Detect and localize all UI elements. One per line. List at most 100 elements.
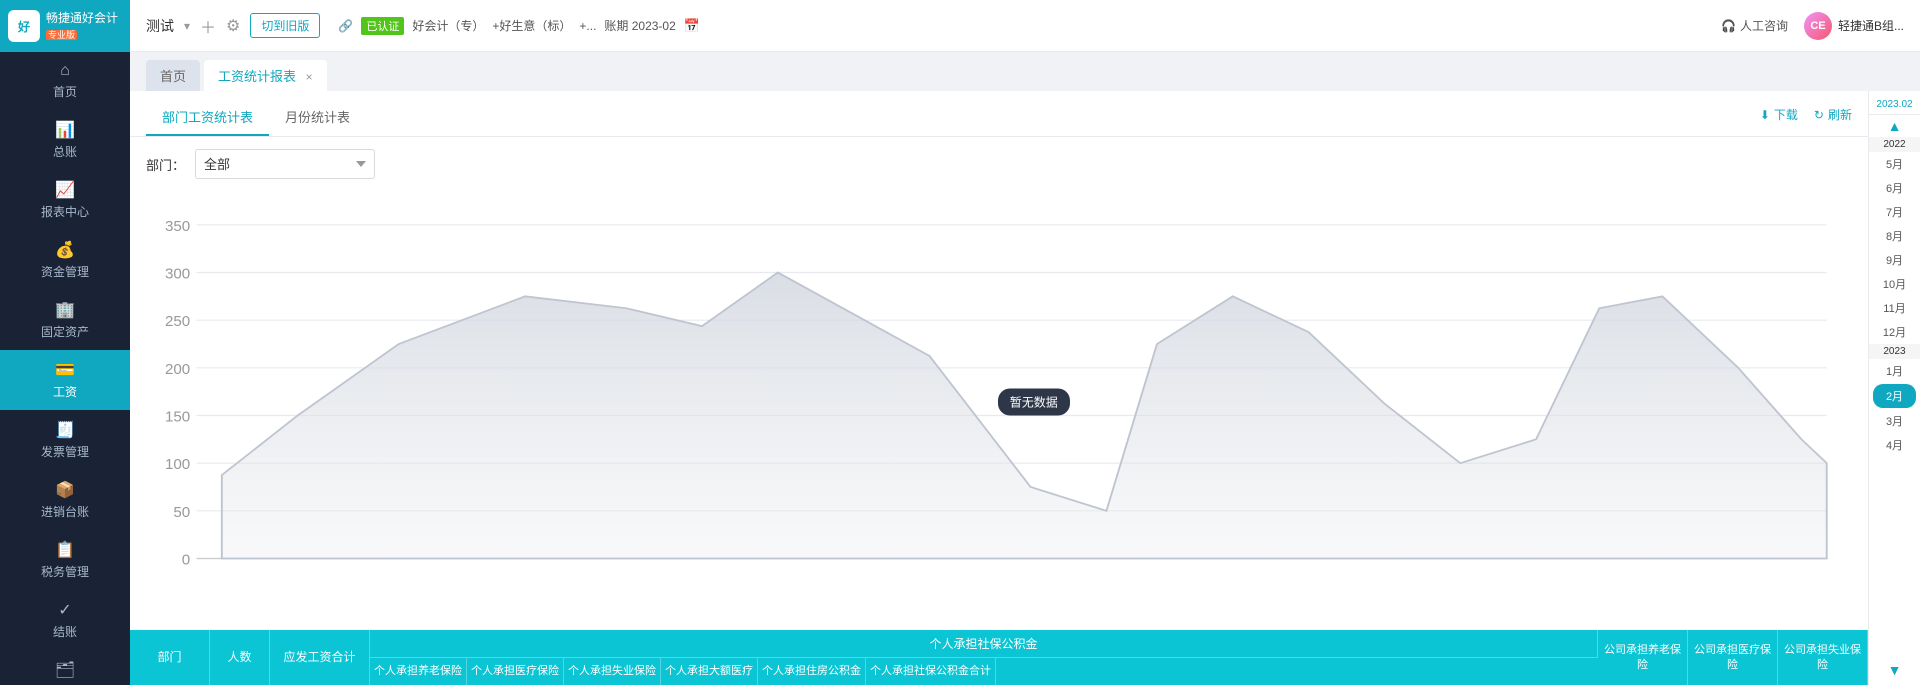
nav-icon-salary: 💳 [55,360,75,380]
salary-chart: 350 300 250 200 150 100 50 0 [146,201,1852,630]
sidebar-item-home[interactable]: ⌂ 首页 [0,52,130,110]
col-company-unemployment: 公司承担失业保险 [1778,630,1868,685]
group-children: 个人承担养老保险 个人承担医疗保险 个人承担失业保险 个人承担大额医疗 个人承担… [370,658,1598,685]
chart-area: 350 300 250 200 150 100 50 0 [130,191,1868,630]
date-month-2023-1月[interactable]: 1月 [1869,359,1920,383]
col-major-medical: 个人承担大额医疗 [661,658,758,685]
date-month-2023-3月[interactable]: 3月 [1869,409,1920,433]
col-dept: 部门 [130,630,210,685]
header-status: 🔗 已认证 好会计（专） +好生意（标） +... 账期 2023-02 📅 [338,17,700,35]
svg-text:250: 250 [165,314,190,330]
user-menu[interactable]: CE 轻捷通B组... [1804,12,1904,40]
table-header: 部门 人数 应发工资合计 个人承担社保公积金 [130,630,1868,685]
date-month-5月[interactable]: 5月 [1869,152,1920,176]
nav-label-invoice: 发票管理 [41,443,89,460]
col-unemployment: 个人承担失业保险 [564,658,661,685]
sidebar-item-reports[interactable]: 📈报表中心 [0,170,130,230]
sub-tab-dept[interactable]: 部门工资统计表 [146,101,269,136]
header-title: 测试 [146,16,174,36]
status-period: 账期 2023-02 [604,17,675,34]
date-month-6月[interactable]: 6月 [1869,176,1920,200]
nav-icon-archive: 🗂 [55,660,75,680]
tab-home[interactable]: 首页 [146,60,200,91]
sub-tab-monthly[interactable]: 月份统计表 [269,101,366,136]
col-total-salary: 应发工资合计 [270,630,370,685]
col-group-personal-insurance: 个人承担社保公积金 个人承担养老保险 个人承担医疗保险 个人承担失业保险 个人承… [370,630,1598,685]
main-area: 测试 ▾ ＋ ⚙ 切到旧版 🔗 已认证 好会计（专） +好生意（标） +... … [130,0,1920,685]
date-month-10月[interactable]: 10月 [1869,272,1920,296]
group-header: 个人承担社保公积金 [370,630,1598,658]
date-month-12月[interactable]: 12月 [1869,320,1920,344]
add-icon[interactable]: ＋ [200,14,216,38]
wifi-icon: 🔗 [338,19,353,33]
date-input[interactable]: 2023.02 [1869,95,1920,115]
date-nav-up-icon[interactable]: ▲ [1869,115,1920,137]
col-company-pension: 公司承担养老保险 [1598,630,1688,685]
col-medical: 个人承担医疗保险 [467,658,564,685]
date-month-2023-2月[interactable]: 2月 [1873,384,1916,408]
nav-label-home: 首页 [53,83,77,100]
sidebar-item-funds[interactable]: 💰 资金管理 [0,230,130,290]
year-2022: 2022 [1869,137,1920,152]
dept-select[interactable]: 全部 销售部 财务部 行政部 技术部 [195,149,375,179]
date-month-7月[interactable]: 7月 [1869,200,1920,224]
sidebar-logo[interactable]: 好 畅捷通好会计 专业版 [0,0,130,52]
switch-old-button[interactable]: 切到旧版 [250,13,320,38]
header: 测试 ▾ ＋ ⚙ 切到旧版 🔗 已认证 好会计（专） +好生意（标） +... … [130,0,1920,52]
sidebar-item-archive[interactable]: 🗂归档管理 [0,650,130,685]
sidebar: 好 畅捷通好会计 专业版 ⌂ 首页 📊总账📈报表中心 💰 资金管理 🏢固定资产 💳 工资 🧾 发票… [0,0,130,685]
sidebar-item-tax[interactable]: 📋税务管理 [0,530,130,590]
nav-icon-sales: 📦 [55,480,75,500]
date-nav-down-icon[interactable]: ▼ [1869,659,1920,681]
filter-bar: 部门： 全部 销售部 财务部 行政部 技术部 [130,137,1868,191]
nav-icon-home: ⌂ [60,62,70,80]
sidebar-item-invoice[interactable]: 🧾 发票管理 [0,410,130,470]
page-content: 部门工资统计表 月份统计表 ⬇ 下载 ↻ 刷新 [130,91,1920,685]
sub-tabs: 部门工资统计表 月份统计表 ⬇ 下载 ↻ 刷新 [130,91,1868,137]
calendar-icon[interactable]: 📅 [684,18,700,34]
certified-badge: 已认证 [361,17,404,35]
logo-badge: 专业版 [46,30,77,40]
sidebar-item-sales[interactable]: 📦 进销台账 [0,470,130,530]
dropdown-arrow-icon[interactable]: ▾ [184,19,190,33]
date-list: 20225月6月7月8月9月10月11月12月20231月2月3月4月 [1869,137,1920,659]
svg-text:300: 300 [165,267,190,283]
tab-salary-report[interactable]: 工资统计报表 × [204,60,327,91]
col-company-medical: 公司承担医疗保险 [1688,630,1778,685]
nav-label-sales: 进销台账 [41,503,89,520]
sidebar-item-salary[interactable]: 💳 工资 [0,350,130,410]
refresh-button[interactable]: ↻ 刷新 [1814,106,1852,123]
date-month-2023-4月[interactable]: 4月 [1869,433,1920,457]
svg-text:50: 50 [173,505,190,521]
date-panel: 2023.02 ▲ 20225月6月7月8月9月10月11月12月20231月2… [1868,91,1920,685]
download-icon: ⬇ [1760,108,1770,122]
nav-label-ledger: 总账 [53,143,77,160]
download-button[interactable]: ⬇ 下载 [1760,106,1798,123]
logo-text-block: 畅捷通好会计 专业版 [46,11,118,42]
sub-tab-actions: ⬇ 下载 ↻ 刷新 [1760,106,1852,131]
date-month-8月[interactable]: 8月 [1869,224,1920,248]
nav-label-funds: 资金管理 [41,263,89,280]
refresh-icon: ↻ [1814,108,1824,122]
help-button[interactable]: 🎧 人工咨询 [1721,17,1788,34]
tab-close-icon[interactable]: × [306,70,313,84]
sidebar-item-close[interactable]: ✓结账 [0,590,130,650]
col-housing-fund: 个人承担住房公积金 [758,658,866,685]
logo-title: 畅捷通好会计 [46,11,118,27]
nav-icon-funds: 💰 [55,240,75,260]
sidebar-item-ledger[interactable]: 📊总账 [0,110,130,170]
sidebar-item-assets[interactable]: 🏢固定资产 [0,290,130,350]
tab-bar: 首页 工资统计报表 × [130,52,1920,91]
logo-icon: 好 [8,10,40,42]
status-good-business: +好生意（标） [492,17,571,34]
col-pension: 个人承担养老保险 [370,658,467,685]
nav-label-salary: 工资 [53,383,77,400]
status-good-accounting: 好会计（专） [412,17,484,34]
sidebar-nav: ⌂ 首页 📊总账📈报表中心 💰 资金管理 🏢固定资产 💳 工资 🧾 发票管理 📦 进销台账 📋税务管理✓… [0,52,130,685]
date-month-9月[interactable]: 9月 [1869,248,1920,272]
table-header-row: 部门 人数 应发工资合计 个人承担社保公积金 [130,630,1868,685]
nav-icon-invoice: 🧾 [55,420,75,440]
date-month-11月[interactable]: 11月 [1869,296,1920,320]
settings-icon[interactable]: ⚙ [226,16,240,36]
svg-text:0: 0 [182,553,190,569]
